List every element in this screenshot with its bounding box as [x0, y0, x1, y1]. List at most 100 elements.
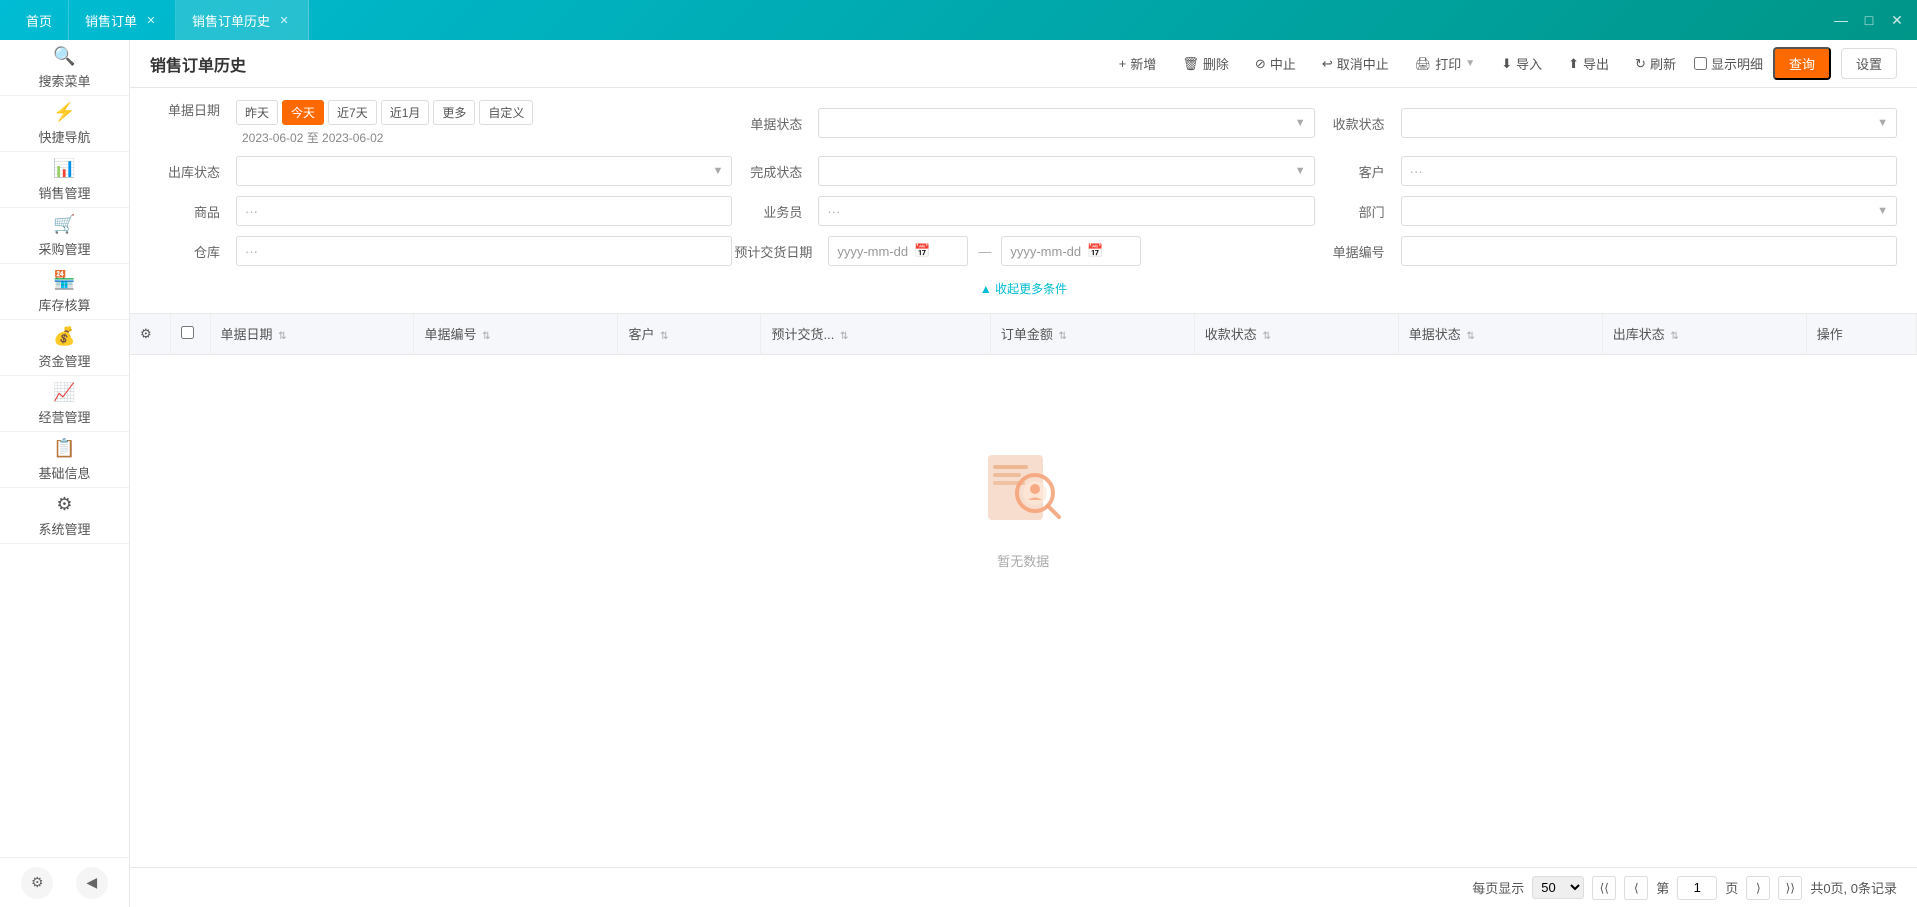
- tab-home[interactable]: 首页: [10, 0, 69, 40]
- empty-illustration: [963, 435, 1083, 535]
- pagination-prev-btn[interactable]: ⟨: [1624, 876, 1648, 900]
- sort-receipt-icon: ⇅: [1262, 331, 1270, 342]
- inventory-icon: 🏪: [53, 270, 75, 291]
- filter-warehouse-group: 仓库 ···: [150, 236, 732, 266]
- filter-date-label: 单据日期: [150, 100, 230, 119]
- tab-sales-order-history-close[interactable]: ✕: [276, 12, 292, 28]
- window-close-btn[interactable]: ✕: [1887, 10, 1907, 30]
- toolbar-cancel-stop-btn[interactable]: ↩ 取消中止: [1314, 50, 1397, 77]
- th-amount[interactable]: 订单金额 ⇅: [990, 314, 1194, 354]
- quick-nav-icon: ⚡: [53, 102, 75, 123]
- th-delivery-date[interactable]: 预计交货... ⇅: [761, 314, 990, 354]
- date-btn-today[interactable]: 今天: [282, 100, 324, 125]
- filter-customer-input[interactable]: ···: [1401, 156, 1897, 186]
- tab-sales-order-history[interactable]: 销售订单历史 ✕: [176, 0, 309, 40]
- sidebar-bottom: ⚙ ◀: [0, 857, 129, 907]
- refresh-icon: ↻: [1635, 56, 1646, 72]
- main-layout: 🔍 搜索菜单 ⚡ 快捷导航 📊 销售管理 🛒 采购管理 🏪 库存核算 💰 资金管…: [0, 40, 1917, 907]
- sales-icon: 📊: [53, 158, 75, 179]
- th-gear[interactable]: ⚙: [130, 314, 170, 354]
- date-btn-1month[interactable]: 近1月: [381, 100, 430, 125]
- page-label: 页: [1725, 878, 1738, 897]
- sidebar-item-quick-nav[interactable]: ⚡ 快捷导航: [0, 96, 129, 152]
- settings-button[interactable]: 设置: [1841, 48, 1897, 79]
- toolbar-import-btn[interactable]: ⬇ 导入: [1493, 50, 1550, 77]
- page-number-input[interactable]: [1677, 876, 1717, 900]
- th-doc-no[interactable]: 单据编号 ⇅: [414, 314, 618, 354]
- search-icon: 🔍: [53, 46, 75, 67]
- toolbar-delete-btn[interactable]: 🗑 删除: [1174, 50, 1237, 77]
- sidebar-item-purchase[interactable]: 🛒 采购管理: [0, 208, 129, 264]
- filter-date-from[interactable]: yyyy-mm-dd 📅: [828, 236, 968, 266]
- sidebar-item-search[interactable]: 🔍 搜索菜单: [0, 40, 129, 96]
- filter-salesperson-input[interactable]: ···: [818, 196, 1314, 226]
- toolbar-export-btn[interactable]: ⬆ 导出: [1560, 50, 1617, 77]
- filter-date-to[interactable]: yyyy-mm-dd 📅: [1001, 236, 1141, 266]
- select-all-checkbox[interactable]: [181, 326, 194, 339]
- th-out-status[interactable]: 出库状态 ⇅: [1602, 314, 1806, 354]
- tab-sales-order-history-label: 销售订单历史: [192, 11, 270, 30]
- delete-icon: 🗑: [1182, 56, 1199, 72]
- query-button[interactable]: 查询: [1773, 47, 1831, 80]
- filter-out-select[interactable]: ▼: [236, 156, 732, 186]
- th-customer[interactable]: 客户 ⇅: [618, 314, 761, 354]
- sidebar-item-basic-info[interactable]: 📋 基础信息: [0, 432, 129, 488]
- date-btn-7days[interactable]: 近7天: [328, 100, 377, 125]
- th-receipt-status[interactable]: 收款状态 ⇅: [1194, 314, 1398, 354]
- toolbar-cancel-stop-label: 取消中止: [1337, 54, 1389, 73]
- toolbar-stop-btn[interactable]: ⊘ 中止: [1247, 50, 1304, 77]
- pagination-first-btn[interactable]: ⟨⟨: [1592, 876, 1616, 900]
- filter-complete-select[interactable]: ▼: [818, 156, 1314, 186]
- filter-delivery-group: 预计交货日期 yyyy-mm-dd 📅 — yyyy-mm-dd 📅: [732, 236, 1314, 266]
- display-detail-checkbox[interactable]: [1694, 57, 1707, 70]
- filter-customer-group: 客户 ···: [1315, 156, 1897, 186]
- th-doc-status[interactable]: 单据状态 ⇅: [1398, 314, 1602, 354]
- toolbar-refresh-label: 刷新: [1650, 54, 1676, 73]
- filter-goods-input[interactable]: ···: [236, 196, 732, 226]
- tab-sales-order-close[interactable]: ✕: [143, 12, 159, 28]
- filter-receipt-select[interactable]: ▼: [1401, 108, 1897, 138]
- sidebar-item-finance-label: 资金管理: [38, 351, 90, 370]
- filter-row-3: 商品 ··· 业务员 ··· 部门 ▼: [150, 196, 1897, 226]
- date-to-value: yyyy-mm-dd: [1010, 244, 1081, 259]
- sidebar-item-operations[interactable]: 📈 经营管理: [0, 376, 129, 432]
- page-header: 销售订单历史 + 新增 🗑 删除 ⊘ 中止 ↩ 取消中止: [130, 40, 1917, 88]
- toolbar-import-label: 导入: [1516, 54, 1542, 73]
- window-maximize-btn[interactable]: □: [1859, 10, 1879, 30]
- sidebar-item-finance[interactable]: 💰 资金管理: [0, 320, 129, 376]
- sidebar-collapse-btn[interactable]: ◀: [76, 867, 108, 899]
- filter-row-1: 单据日期 昨天 今天 近7天 近1月 更多 自定义 2023-06-02 至 2…: [150, 100, 1897, 146]
- table-header: ⚙ 单据日期 ⇅ 单据编号 ⇅: [130, 314, 1917, 354]
- sidebar-item-system[interactable]: ⚙ 系统管理: [0, 488, 129, 544]
- th-date[interactable]: 单据日期 ⇅: [210, 314, 414, 354]
- filter-complete-status-group: 完成状态 ▼: [732, 156, 1314, 186]
- toolbar-new-label: 新增: [1130, 54, 1156, 73]
- filter-salesperson-label: 业务员: [732, 202, 812, 221]
- date-btn-more[interactable]: 更多: [433, 100, 475, 125]
- collapse-bar[interactable]: ▲ 收起更多条件: [150, 276, 1897, 301]
- sidebar-item-inventory[interactable]: 🏪 库存核算: [0, 264, 129, 320]
- filter-date-group: 单据日期 昨天 今天 近7天 近1月 更多 自定义 2023-06-02 至 2…: [150, 100, 732, 146]
- sort-doc-status-icon: ⇅: [1466, 331, 1474, 342]
- filter-warehouse-input[interactable]: ···: [236, 236, 732, 266]
- filter-doc-status-select[interactable]: ▼: [818, 108, 1314, 138]
- pagination-last-btn[interactable]: ⟩⟩: [1778, 876, 1802, 900]
- th-delivery-label: 预计交货...: [771, 327, 834, 342]
- out-chevron-icon: ▼: [712, 165, 723, 177]
- tab-sales-order[interactable]: 销售订单 ✕: [69, 0, 176, 40]
- sidebar-item-sales[interactable]: 📊 销售管理: [0, 152, 129, 208]
- filter-dept-select[interactable]: ▼: [1401, 196, 1897, 226]
- sidebar-settings-btn[interactable]: ⚙: [21, 867, 53, 899]
- filter-docno-input[interactable]: [1401, 236, 1897, 266]
- gear-icon[interactable]: ⚙: [140, 326, 152, 341]
- date-btn-custom[interactable]: 自定义: [479, 100, 533, 125]
- toolbar-refresh-btn[interactable]: ↻ 刷新: [1627, 50, 1684, 77]
- toolbar-new-btn[interactable]: + 新增: [1111, 50, 1165, 77]
- page-size-select[interactable]: 10 20 50 100: [1532, 876, 1584, 899]
- pagination-next-btn[interactable]: ⟩: [1746, 876, 1770, 900]
- new-icon: +: [1119, 56, 1127, 71]
- date-btn-yesterday[interactable]: 昨天: [236, 100, 278, 125]
- window-minimize-btn[interactable]: —: [1831, 10, 1851, 30]
- th-check[interactable]: [170, 314, 210, 354]
- toolbar-print-btn[interactable]: 🖨 打印 ▼: [1407, 50, 1483, 77]
